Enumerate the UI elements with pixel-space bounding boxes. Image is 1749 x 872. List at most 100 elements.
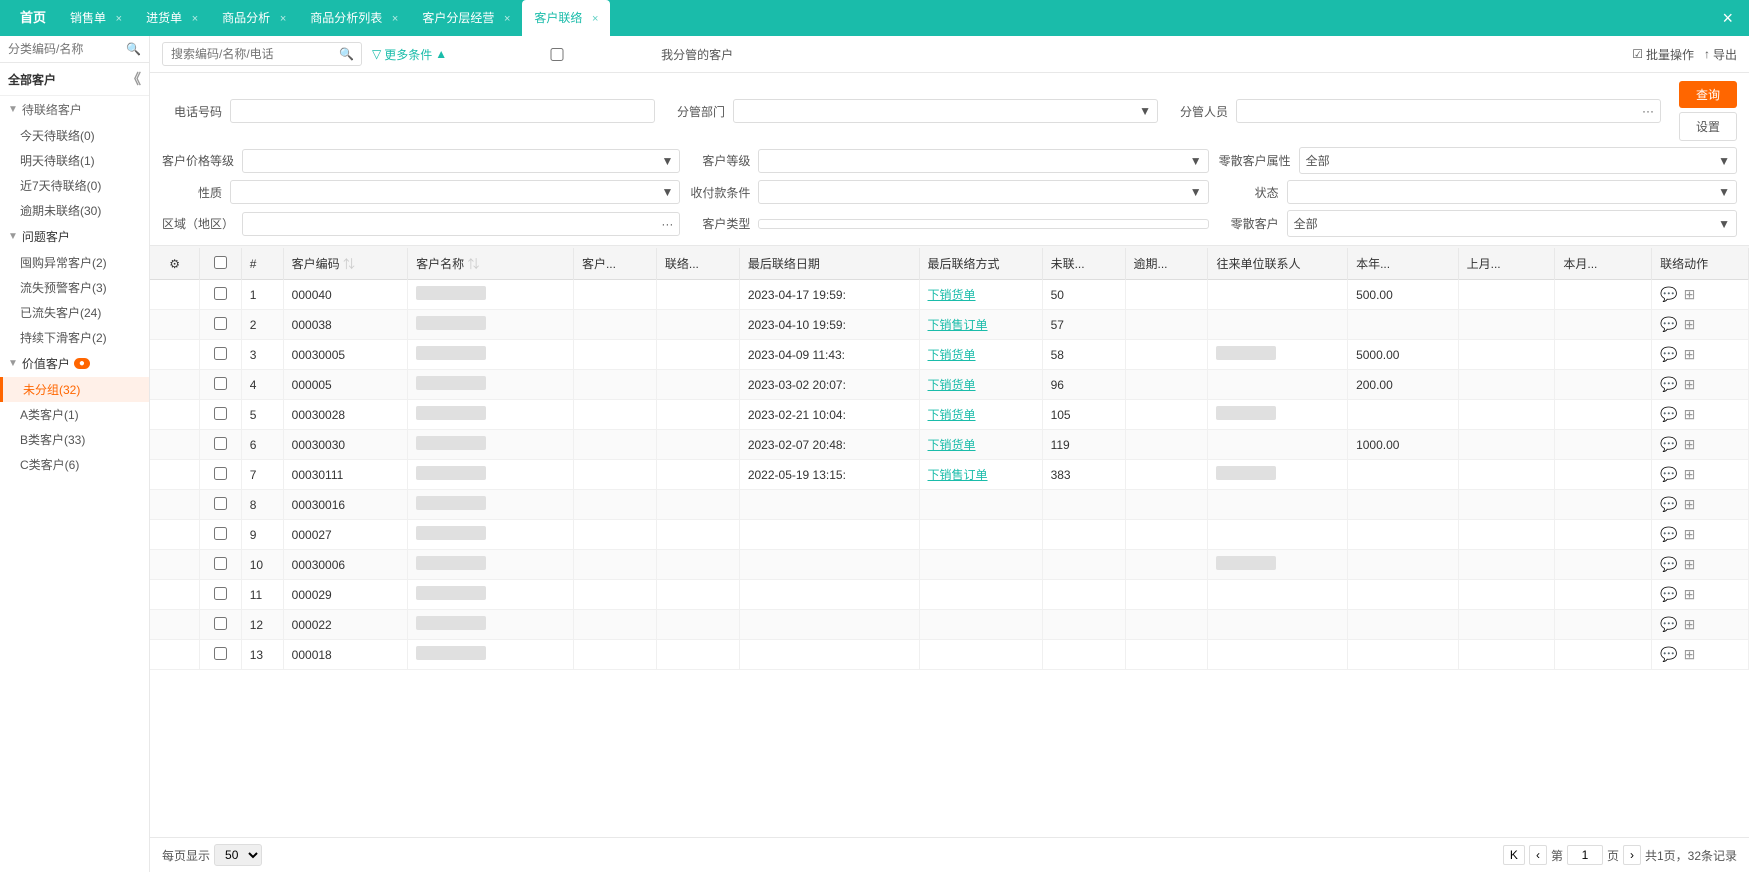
row-last-method[interactable]: 下销货单 [919, 280, 1042, 310]
col-last-date[interactable]: 最后联络日期 [739, 248, 919, 280]
payment-select[interactable]: ▼ [758, 180, 1208, 204]
retail-customer-select[interactable]: 全部 ▼ [1287, 210, 1737, 237]
sidebar-item-class-b[interactable]: B类客户(33) [0, 427, 149, 452]
action-grid-icon[interactable]: ⊞ [1684, 406, 1696, 423]
action-chat-icon[interactable]: 💬 [1660, 526, 1677, 543]
row-checkbox[interactable] [214, 287, 227, 300]
action-chat-icon[interactable]: 💬 [1660, 286, 1677, 303]
first-page-btn[interactable]: K [1503, 845, 1525, 865]
customer-type-select[interactable] [758, 219, 1208, 229]
last-method-link[interactable]: 下销售订单 [928, 318, 988, 332]
action-grid-icon[interactable]: ⊞ [1684, 616, 1696, 633]
price-level-select[interactable]: ▼ [242, 149, 680, 173]
row-checkbox[interactable] [214, 617, 227, 630]
action-grid-icon[interactable]: ⊞ [1684, 286, 1696, 303]
sidebar-collapse-btn[interactable]: 《 [127, 69, 141, 89]
row-checkbox[interactable] [214, 497, 227, 510]
sidebar-search-icon[interactable]: 🔍 [126, 42, 141, 56]
action-grid-icon[interactable]: ⊞ [1684, 526, 1696, 543]
customer-level-select[interactable]: ▼ [758, 149, 1208, 173]
dept-select[interactable]: ▼ [733, 99, 1158, 123]
all-customers-header[interactable]: 全部客户 《 [0, 63, 149, 96]
row-last-method[interactable]: 下销货单 [919, 340, 1042, 370]
action-chat-icon[interactable]: 💬 [1660, 376, 1677, 393]
sidebar-item-today[interactable]: 今天待联络(0) [0, 123, 149, 148]
last-method-link[interactable]: 下销货单 [928, 378, 976, 392]
row-last-method[interactable] [919, 640, 1042, 670]
row-last-method[interactable]: 下销货单 [919, 370, 1042, 400]
row-checkbox[interactable] [214, 407, 227, 420]
value-customer-title[interactable]: ▼ 价值客户 ● [0, 350, 149, 377]
col-name-sort[interactable]: ⇅ [467, 257, 479, 271]
row-last-method[interactable] [919, 610, 1042, 640]
action-chat-icon[interactable]: 💬 [1660, 646, 1677, 663]
sidebar-item-churned[interactable]: 已流失客户(24) [0, 300, 149, 325]
nav-tab-customer-mgmt[interactable]: 客户分层经营 × [410, 0, 522, 36]
status-select[interactable]: ▼ [1287, 180, 1737, 204]
action-grid-icon[interactable]: ⊞ [1684, 316, 1696, 333]
row-checkbox[interactable] [214, 377, 227, 390]
row-last-method[interactable] [919, 520, 1042, 550]
col-gear[interactable]: ⚙ [150, 248, 200, 280]
last-method-link[interactable]: 下销货单 [928, 288, 976, 302]
action-grid-icon[interactable]: ⊞ [1684, 436, 1696, 453]
nav-tab-product-analysis[interactable]: 商品分析 × [210, 0, 298, 36]
action-chat-icon[interactable]: 💬 [1660, 496, 1677, 513]
action-grid-icon[interactable]: ⊞ [1684, 586, 1696, 603]
select-all-checkbox[interactable] [214, 256, 227, 269]
action-chat-icon[interactable]: 💬 [1660, 436, 1677, 453]
action-chat-icon[interactable]: 💬 [1660, 346, 1677, 363]
reset-button[interactable]: 设置 [1679, 112, 1737, 141]
wait-contact-title[interactable]: ▼ 待联络客户 [0, 96, 149, 123]
sidebar-item-churn-warning[interactable]: 流失预警客户(3) [0, 275, 149, 300]
sidebar-item-tomorrow[interactable]: 明天待联络(1) [0, 148, 149, 173]
last-method-link[interactable]: 下销售订单 [928, 468, 988, 482]
close-customer-mgmt-tab[interactable]: × [504, 13, 510, 25]
row-last-method[interactable]: 下销货单 [919, 430, 1042, 460]
search-input[interactable] [162, 42, 362, 66]
filter-more-btn[interactable]: ▽ 更多条件 ▲ [372, 46, 447, 63]
action-chat-icon[interactable]: 💬 [1660, 466, 1677, 483]
action-chat-icon[interactable]: 💬 [1660, 586, 1677, 603]
search-icon[interactable]: 🔍 [339, 47, 354, 61]
staff-select[interactable]: ··· [1236, 99, 1661, 123]
region-select[interactable]: ··· [242, 212, 680, 236]
col-code-sort[interactable]: ⇅ [343, 257, 355, 271]
row-last-method[interactable]: 下销货单 [919, 400, 1042, 430]
sidebar-item-7days[interactable]: 近7天待联络(0) [0, 173, 149, 198]
action-chat-icon[interactable]: 💬 [1660, 616, 1677, 633]
sidebar-item-ungrouped[interactable]: 未分组(32) [0, 377, 149, 402]
next-page-btn[interactable]: › [1623, 845, 1641, 865]
export-btn[interactable]: ↑ 导出 [1704, 46, 1737, 63]
close-all-tabs[interactable]: × [1714, 8, 1741, 29]
batch-op-btn[interactable]: ☑ 批量操作 [1632, 46, 1694, 63]
action-grid-icon[interactable]: ⊞ [1684, 556, 1696, 573]
nav-tab-purchase[interactable]: 进货单 × [134, 0, 210, 36]
query-button[interactable]: 查询 [1679, 81, 1737, 108]
action-chat-icon[interactable]: 💬 [1660, 406, 1677, 423]
action-grid-icon[interactable]: ⊞ [1684, 466, 1696, 483]
row-last-method[interactable]: 下销售订单 [919, 460, 1042, 490]
my-customers-checkbox[interactable] [457, 48, 657, 61]
nature-select[interactable]: ▼ [230, 180, 680, 204]
action-chat-icon[interactable]: 💬 [1660, 556, 1677, 573]
sidebar-item-hoarding[interactable]: 囤购异常客户(2) [0, 250, 149, 275]
close-purchase-tab[interactable]: × [192, 13, 198, 25]
sidebar-item-class-a[interactable]: A类客户(1) [0, 402, 149, 427]
per-page-select[interactable]: 50 [214, 844, 262, 866]
prev-page-btn[interactable]: ‹ [1529, 845, 1547, 865]
row-checkbox[interactable] [214, 647, 227, 660]
row-last-method[interactable] [919, 580, 1042, 610]
last-method-link[interactable]: 下销货单 [928, 348, 976, 362]
action-grid-icon[interactable]: ⊞ [1684, 376, 1696, 393]
col-name[interactable]: 客户名称 ⇅ [408, 248, 574, 280]
close-product-analysis-tab[interactable]: × [280, 13, 286, 25]
my-customers-filter[interactable]: 我分管的客户 [457, 46, 733, 63]
row-last-method[interactable] [919, 550, 1042, 580]
action-grid-icon[interactable]: ⊞ [1684, 496, 1696, 513]
col-check[interactable] [200, 248, 241, 280]
col-code[interactable]: 客户编码 ⇅ [283, 248, 407, 280]
close-product-list-tab[interactable]: × [392, 13, 398, 25]
action-chat-icon[interactable]: 💬 [1660, 316, 1677, 333]
row-checkbox[interactable] [214, 527, 227, 540]
